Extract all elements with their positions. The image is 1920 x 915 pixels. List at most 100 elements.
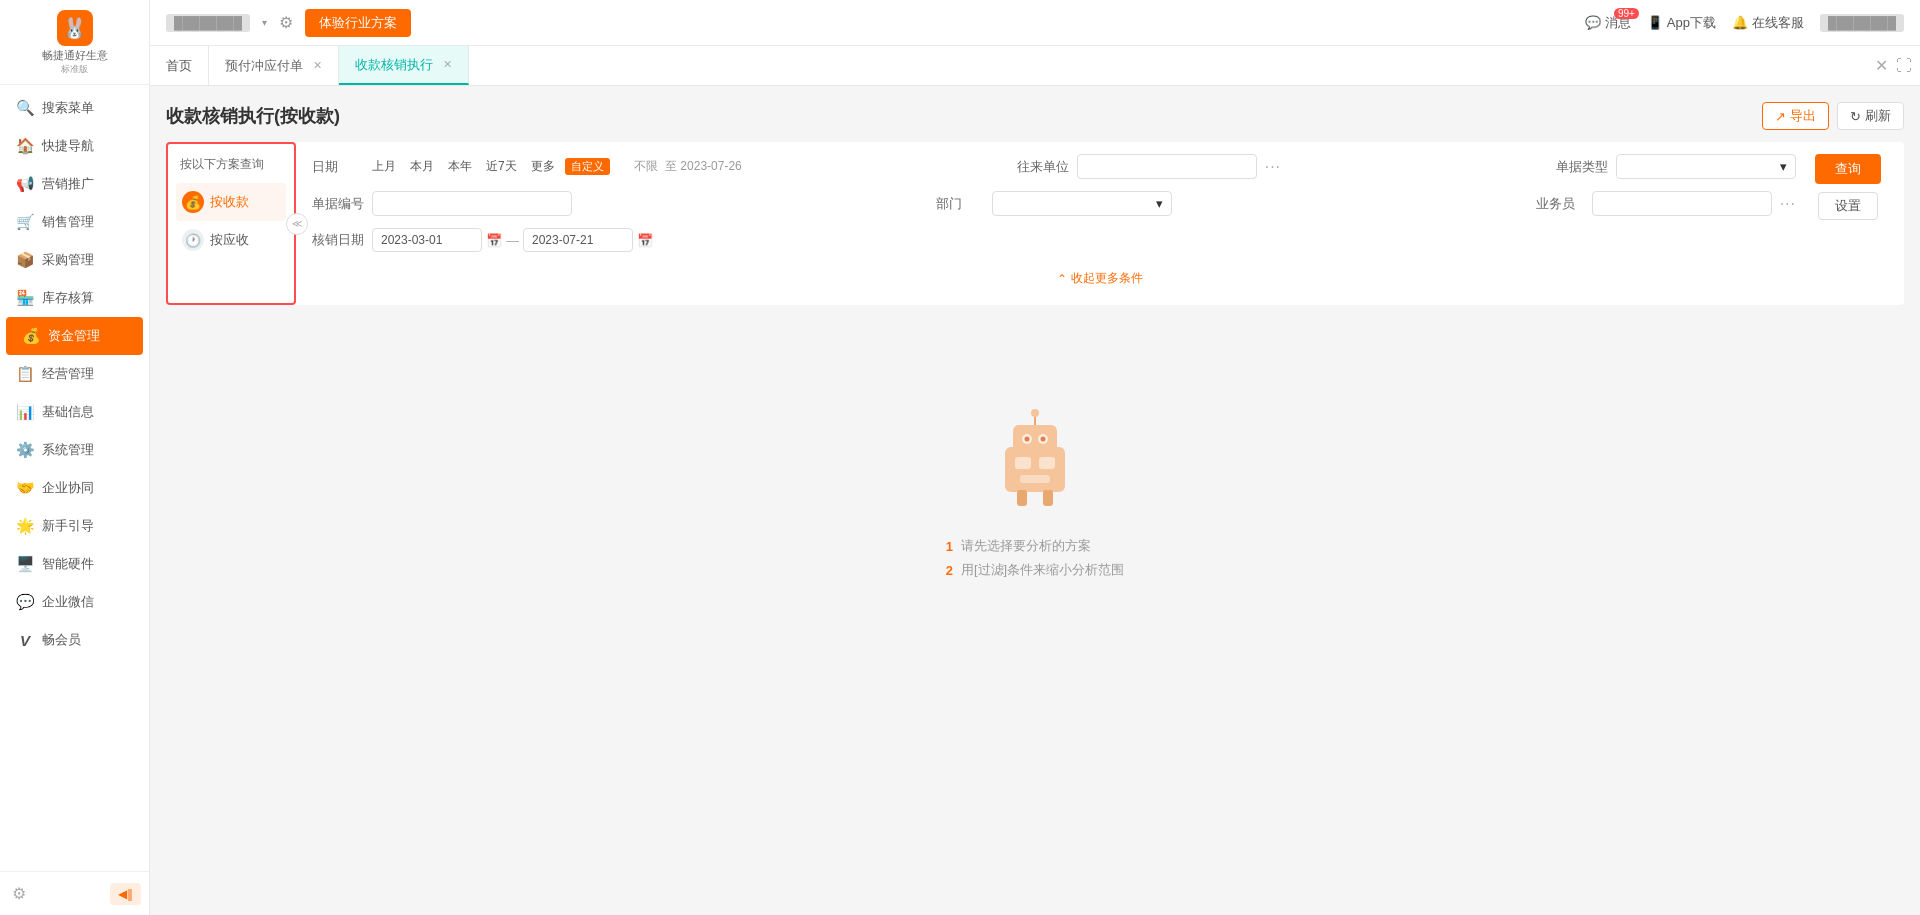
staff-more-icon[interactable]: ··· (1780, 195, 1796, 213)
sidebar-item-hardware[interactable]: 🖥️ 智能硬件 (0, 545, 149, 583)
sidebar-item-purchase[interactable]: 📦 采购管理 (0, 241, 149, 279)
writeoff-date-label: 核销日期 (312, 231, 364, 249)
by-receipt-label: 按收款 (210, 193, 249, 211)
tab-receipt-writeoff-close-icon[interactable]: ✕ (443, 58, 452, 71)
date-no-limit: 不限 至 2023-07-26 (634, 158, 742, 175)
empty-hint-1-text: 请先选择要分析的方案 (961, 537, 1091, 555)
main-area: ████████ ▾ ⚙ 体验行业方案 💬 消息 99+ 📱 App下载 🔔 在… (150, 0, 1920, 915)
dept-select[interactable]: ▾ (992, 191, 1172, 216)
export-icon: ↗ (1775, 109, 1786, 124)
writeoff-date-start-input[interactable] (372, 228, 482, 252)
sidebar-item-marketing[interactable]: 📢 营销推广 (0, 165, 149, 203)
filter-sidebar-collapse-button[interactable]: ≪ (286, 213, 308, 235)
gear-icon[interactable]: ⚙ (279, 13, 293, 32)
filter-field-doctype: 单据类型 ▾ (1556, 154, 1796, 179)
sidebar-item-system[interactable]: ⚙️ 系统管理 (0, 431, 149, 469)
sidebar-item-label: 资金管理 (48, 327, 100, 345)
refresh-button[interactable]: ↻ 刷新 (1837, 102, 1904, 130)
tab-close-all-button[interactable]: ✕ (1875, 56, 1888, 75)
sidebar-collapse-button[interactable]: ◀‖ (110, 883, 141, 905)
page-title-bar: 收款核销执行(按收款) ↗ 导出 ↻ 刷新 (166, 102, 1904, 130)
empty-texts: 1 请先选择要分析的方案 2 用[过滤]条件来缩小分析范围 (946, 537, 1124, 585)
date-shortcut-7days[interactable]: 近7天 (482, 156, 521, 177)
top-header: ████████ ▾ ⚙ 体验行业方案 💬 消息 99+ 📱 App下载 🔔 在… (150, 0, 1920, 46)
filter-option-by-receipt[interactable]: 💰 按收款 (176, 183, 286, 221)
svg-rect-1 (1015, 457, 1031, 469)
filter-option-by-receivable[interactable]: 🕐 按应收 (176, 221, 286, 259)
page-container: 收款核销执行(按收款) ↗ 导出 ↻ 刷新 按以下方案查询 (150, 86, 1920, 681)
online-service-button[interactable]: 🔔 在线客服 (1732, 14, 1804, 32)
query-button[interactable]: 查询 (1815, 154, 1881, 184)
writeoff-date-end-input[interactable] (523, 228, 633, 252)
tab-prepay-close-icon[interactable]: ✕ (313, 59, 322, 72)
message-badge: 99+ (1614, 8, 1639, 19)
collapse-more-label: 收起更多条件 (1071, 270, 1143, 287)
collapse-more-icon: ⌃ (1057, 272, 1067, 286)
sidebar-item-ops[interactable]: 📋 经营管理 (0, 355, 149, 393)
tab-prepay[interactable]: 预付冲应付单 ✕ (209, 46, 339, 85)
filter-field-docno: 单据编号 (312, 191, 572, 216)
sidebar-item-search-menu[interactable]: 🔍 搜索菜单 (0, 89, 149, 127)
page-actions: ↗ 导出 ↻ 刷新 (1762, 102, 1904, 130)
sidebar-item-member[interactable]: V 畅会员 (0, 621, 149, 659)
doctype-chevron-icon: ▾ (1780, 159, 1787, 174)
collapse-more-button[interactable]: ⌃ 收起更多条件 (312, 264, 1888, 293)
sidebar-item-enterprise[interactable]: 🤝 企业协同 (0, 469, 149, 507)
dept-label: 部门 (936, 195, 984, 213)
chevron-down-icon[interactable]: ▾ (262, 17, 267, 28)
staff-input[interactable] (1592, 191, 1772, 216)
tab-fullscreen-button[interactable]: ⛶ (1896, 57, 1912, 75)
date-shortcut-lastmonth[interactable]: 上月 (368, 156, 400, 177)
app-label: App下载 (1667, 14, 1716, 32)
setting-button[interactable]: 设置 (1818, 192, 1878, 220)
capital-icon: 💰 (22, 327, 40, 345)
tab-home[interactable]: 首页 (150, 46, 209, 85)
app-logo-icon: 🐰 (57, 10, 93, 46)
date-shortcut-thisyear[interactable]: 本年 (444, 156, 476, 177)
sidebar-item-label: 经营管理 (42, 365, 94, 383)
sidebar-item-guide[interactable]: 🌟 新手引导 (0, 507, 149, 545)
settings-icon[interactable]: ⚙ (8, 880, 30, 907)
sidebar-item-quick-nav[interactable]: 🏠 快捷导航 (0, 127, 149, 165)
writeoff-date-end-cal-icon[interactable]: 📅 (637, 233, 653, 248)
sidebar: 🐰 畅捷通好生意 标准版 🔍 搜索菜单 🏠 快捷导航 📢 营销推广 🛒 销售管理… (0, 0, 150, 915)
writeoff-date-start-cal-icon[interactable]: 📅 (486, 233, 502, 248)
page-title: 收款核销执行(按收款) (166, 104, 340, 128)
tab-bar-actions: ✕ ⛶ (1867, 46, 1920, 85)
empty-hint-2-text: 用[过滤]条件来缩小分析范围 (961, 561, 1124, 579)
filter-field-dept: 部门 ▾ (936, 191, 1172, 216)
doctype-select[interactable]: ▾ (1616, 154, 1796, 179)
svg-rect-4 (1017, 490, 1027, 506)
app-download-button[interactable]: 📱 App下载 (1647, 14, 1716, 32)
filter-field-staff: 业务员 ··· (1536, 191, 1796, 216)
sidebar-item-capital[interactable]: 💰 资金管理 (6, 317, 143, 355)
sidebar-item-inventory[interactable]: 🏪 库存核算 (0, 279, 149, 317)
solution-button[interactable]: 体验行业方案 (305, 9, 411, 37)
date-label: 日期 (312, 158, 360, 176)
tab-receipt-writeoff[interactable]: 收款核销执行 ✕ (339, 46, 469, 85)
sidebar-footer: ⚙ ◀‖ (0, 871, 149, 915)
svg-rect-3 (1020, 475, 1050, 483)
date-shortcut-more[interactable]: 更多 (527, 156, 559, 177)
sidebar-item-label: 库存核算 (42, 289, 94, 307)
basic-icon: 📊 (16, 403, 34, 421)
refresh-icon: ↻ (1850, 109, 1861, 124)
export-button[interactable]: ↗ 导出 (1762, 102, 1829, 130)
member-icon: V (16, 632, 34, 649)
sidebar-item-wechat[interactable]: 💬 企业微信 (0, 583, 149, 621)
counterpart-input[interactable] (1077, 154, 1257, 179)
message-button[interactable]: 💬 消息 99+ (1585, 14, 1631, 32)
docno-input[interactable] (372, 191, 572, 216)
sidebar-item-label: 基础信息 (42, 403, 94, 421)
date-shortcut-thismonth[interactable]: 本月 (406, 156, 438, 177)
svg-point-10 (1041, 437, 1046, 442)
date-custom-button[interactable]: 自定义 (565, 158, 610, 175)
system-icon: ⚙️ (16, 441, 34, 459)
counterpart-label: 往来单位 (1017, 158, 1069, 176)
export-label: 导出 (1790, 107, 1816, 125)
filter-field-date: 日期 上月 本月 本年 近7天 更多 自定义 (312, 156, 610, 177)
sidebar-item-basic[interactable]: 📊 基础信息 (0, 393, 149, 431)
counterpart-more-icon[interactable]: ··· (1265, 158, 1281, 176)
sidebar-item-sales[interactable]: 🛒 销售管理 (0, 203, 149, 241)
ops-icon: 📋 (16, 365, 34, 383)
